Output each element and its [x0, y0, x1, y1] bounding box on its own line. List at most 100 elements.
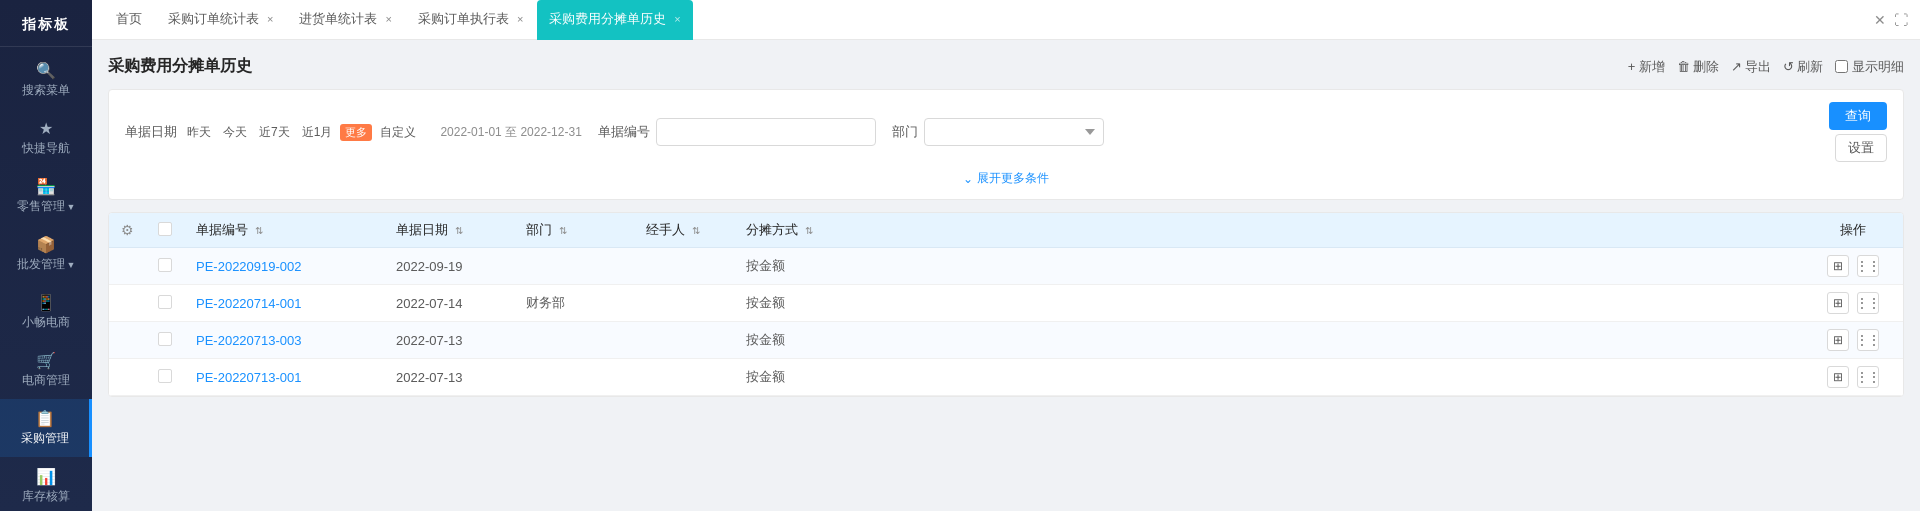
star-icon: ★	[4, 119, 88, 138]
search-icon: 🔍	[4, 61, 88, 80]
sidebar: 指标板 🔍 搜索菜单 ★ 快捷导航 🏪 零售管理▼ 📦 批发管理▼ 📱 小畅电商…	[0, 0, 92, 511]
row3-view-icon[interactable]: ⊞	[1827, 329, 1849, 351]
sidebar-item-retail[interactable]: 🏪 零售管理▼	[0, 167, 92, 225]
add-button[interactable]: + 新增	[1628, 58, 1665, 76]
row3-more-icon[interactable]: ⋮⋮	[1857, 329, 1879, 351]
filter-row: 单据日期 昨天 今天 近7天 近1月 更多 自定义 2022-01-01 至 2…	[125, 102, 1887, 162]
shortcut-more[interactable]: 更多	[340, 124, 372, 141]
dept-select[interactable]: 财务部	[924, 118, 1104, 146]
expand-more-button[interactable]: ⌄ 展开更多条件	[963, 170, 1049, 187]
show-cols-checkbox[interactable]	[1835, 60, 1848, 73]
wholesale-icon: 📦	[4, 235, 88, 254]
row4-ops: ⊞ ⋮⋮	[1803, 359, 1903, 396]
date-filter-label: 单据日期	[125, 123, 177, 141]
filter-area: 单据日期 昨天 今天 近7天 近1月 更多 自定义 2022-01-01 至 2…	[108, 89, 1904, 200]
row3-doc-link[interactable]: PE-20220713-003	[196, 333, 302, 348]
query-button[interactable]: 查询	[1829, 102, 1887, 130]
row4-view-icon[interactable]: ⊞	[1827, 366, 1849, 388]
page-content: 采购费用分摊单历史 + 新增 🗑 删除 ↗ 导出 ↺ 刷新 显示明细	[92, 40, 1920, 511]
row3-handler	[634, 322, 734, 359]
row1-select-checkbox[interactable]	[158, 258, 172, 272]
row4-more-icon[interactable]: ⋮⋮	[1857, 366, 1879, 388]
row1-more-icon[interactable]: ⋮⋮	[1857, 255, 1879, 277]
row2-doc-no: PE-20220714-001	[184, 285, 384, 322]
sidebar-item-wholesale[interactable]: 📦 批发管理▼	[0, 225, 92, 283]
row4-handler	[634, 359, 734, 396]
date-shortcuts: 昨天 今天 近7天 近1月 更多 自定义	[183, 123, 420, 142]
select-all-checkbox[interactable]	[158, 222, 172, 236]
row1-ops: ⊞ ⋮⋮	[1803, 248, 1903, 285]
export-button[interactable]: ↗ 导出	[1731, 58, 1771, 76]
tab-purchase-order-stat[interactable]: 采购订单统计表 ×	[156, 0, 285, 40]
row2-select-checkbox[interactable]	[158, 295, 172, 309]
row4-doc-no: PE-20220713-001	[184, 359, 384, 396]
inventory-icon: 📊	[4, 467, 88, 486]
row3-split: 按金额	[734, 322, 1803, 359]
row4-dept	[514, 359, 634, 396]
table-row: PE-20220714-001 2022-07-14 财务部 按金额 ⊞ ⋮⋮	[109, 285, 1903, 322]
sidebar-item-ecommerce[interactable]: 🛒 电商管理	[0, 341, 92, 399]
tab-purchase-cost-split[interactable]: 采购费用分摊单历史 ×	[537, 0, 692, 40]
row2-view-icon[interactable]: ⊞	[1827, 292, 1849, 314]
shortcut-yesterday[interactable]: 昨天	[183, 123, 215, 142]
col-header-dept: 部门 ⇅	[514, 213, 634, 248]
delete-button[interactable]: 🗑 删除	[1677, 58, 1719, 76]
sort-date-icon[interactable]: ⇅	[455, 225, 463, 236]
filter-settings-button[interactable]: 设置	[1835, 134, 1887, 162]
row2-settings	[109, 285, 146, 322]
table-row: PE-20220713-001 2022-07-13 按金额 ⊞ ⋮⋮	[109, 359, 1903, 396]
row1-dept	[514, 248, 634, 285]
sidebar-item-inventory[interactable]: 📊 库存核算	[0, 457, 92, 511]
col-header-op: 操作	[1803, 213, 1903, 248]
row1-view-icon[interactable]: ⊞	[1827, 255, 1849, 277]
filter-buttons: 查询 设置	[1829, 102, 1887, 162]
date-range-group: 2022-01-01 至 2022-12-31	[436, 124, 581, 141]
sort-handler-icon[interactable]: ⇅	[692, 225, 700, 236]
row2-handler	[634, 285, 734, 322]
row1-doc-link[interactable]: PE-20220919-002	[196, 259, 302, 274]
sort-dept-icon[interactable]: ⇅	[559, 225, 567, 236]
sidebar-item-quick-nav[interactable]: ★ 快捷导航	[0, 109, 92, 167]
refresh-button[interactable]: ↺ 刷新	[1783, 58, 1823, 76]
table-settings-icon[interactable]: ⚙	[121, 222, 134, 238]
row4-doc-link[interactable]: PE-20220713-001	[196, 370, 302, 385]
sidebar-logo: 指标板	[0, 8, 92, 47]
fullscreen-icon[interactable]: ⛶	[1894, 12, 1908, 28]
tab-close-purchase-cost-split[interactable]: ×	[674, 0, 680, 39]
tab-purchase-order-exec[interactable]: 采购订单执行表 ×	[406, 0, 535, 40]
row1-settings	[109, 248, 146, 285]
row3-dept	[514, 322, 634, 359]
shortcut-custom[interactable]: 自定义	[376, 123, 420, 142]
tab-bar: 首页 采购订单统计表 × 进货单统计表 × 采购订单执行表 × 采购费用分摊单历…	[92, 0, 1920, 40]
shortcut-7days[interactable]: 近7天	[255, 123, 294, 142]
tab-bar-actions: ✕ ⛶	[1874, 12, 1908, 28]
row1-checkbox	[146, 248, 184, 285]
tab-inbound-stat[interactable]: 进货单统计表 ×	[287, 0, 403, 40]
tab-close-purchase-order-exec[interactable]: ×	[517, 0, 523, 39]
close-all-icon[interactable]: ✕	[1874, 12, 1886, 28]
shortcut-1month[interactable]: 近1月	[298, 123, 337, 142]
refresh-icon: ↺	[1783, 59, 1794, 74]
sidebar-item-search[interactable]: 🔍 搜索菜单	[0, 51, 92, 109]
tab-home[interactable]: 首页	[104, 0, 154, 40]
dept-filter-group: 部门 财务部	[892, 118, 1104, 146]
tab-close-inbound-stat[interactable]: ×	[385, 0, 391, 39]
row4-select-checkbox[interactable]	[158, 369, 172, 383]
shortcut-today[interactable]: 今天	[219, 123, 251, 142]
purchase-icon: 📋	[4, 409, 85, 428]
row2-dept: 财务部	[514, 285, 634, 322]
sort-doc-no-icon[interactable]: ⇅	[255, 225, 263, 236]
delete-icon: 🗑	[1677, 59, 1690, 74]
sort-split-icon[interactable]: ⇅	[805, 225, 813, 236]
row2-more-icon[interactable]: ⋮⋮	[1857, 292, 1879, 314]
sidebar-item-purchase[interactable]: 📋 采购管理	[0, 399, 92, 457]
tab-close-purchase-order-stat[interactable]: ×	[267, 0, 273, 39]
doc-no-input[interactable]	[656, 118, 876, 146]
row3-select-checkbox[interactable]	[158, 332, 172, 346]
row3-checkbox	[146, 322, 184, 359]
sidebar-item-mini-shop[interactable]: 📱 小畅电商	[0, 283, 92, 341]
doc-no-label: 单据编号	[598, 123, 650, 141]
row2-checkbox	[146, 285, 184, 322]
row2-doc-link[interactable]: PE-20220714-001	[196, 296, 302, 311]
show-cols-toggle[interactable]: 显示明细	[1835, 58, 1904, 76]
